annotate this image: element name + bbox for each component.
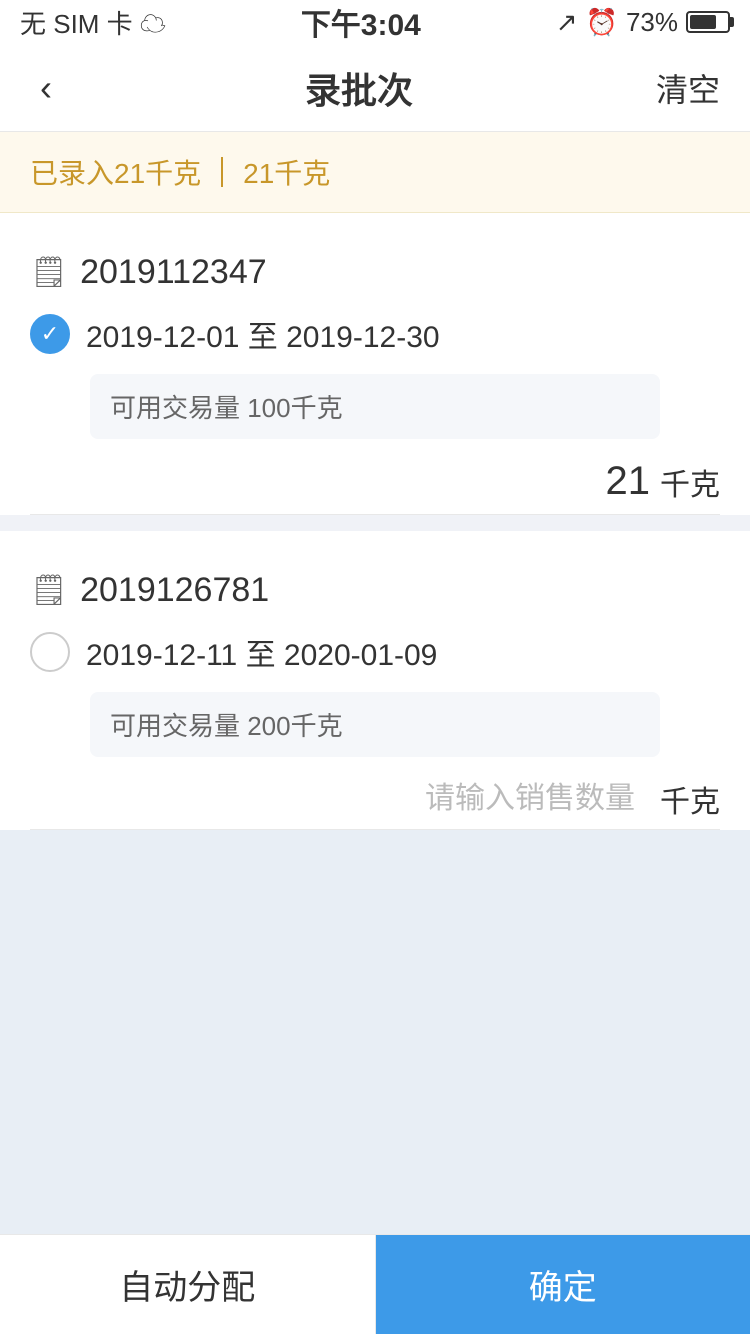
batch-2-header: 🗒 2019126781 bbox=[30, 551, 720, 620]
bottom-bar: 自动分配 确定 bbox=[0, 1234, 750, 1334]
batch-2-radio[interactable] bbox=[30, 632, 70, 672]
recorded-value: 21千克 bbox=[243, 152, 330, 192]
clear-button[interactable]: 清空 bbox=[656, 65, 720, 111]
batch-separator bbox=[0, 515, 750, 531]
sim-label: 无 SIM 卡 ☁ bbox=[20, 4, 166, 41]
info-bar: 已录入21千克 21千克 bbox=[0, 132, 750, 213]
battery-icon bbox=[686, 11, 730, 33]
auto-distribute-button[interactable]: 自动分配 bbox=[0, 1235, 376, 1334]
batch-2-dates: 2019-12-11 至 2020-01-09 bbox=[86, 630, 437, 674]
batch-2-id: 2019126781 bbox=[80, 571, 269, 610]
batch-2-row[interactable]: 2019-12-11 至 2020-01-09 bbox=[30, 620, 720, 684]
status-bar: 无 SIM 卡 ☁ 下午3:04 ↗ ⏰ 73% bbox=[0, 0, 750, 44]
status-left: 无 SIM 卡 ☁ bbox=[20, 4, 166, 41]
page-content: ‹ 录批次 清空 已录入21千克 21千克 🗒 2019112347 2019-… bbox=[0, 44, 750, 1334]
batch-item-2: 🗒 2019126781 2019-12-11 至 2020-01-09 可用交… bbox=[0, 531, 750, 830]
batch-2-available: 可用交易量 200千克 bbox=[90, 692, 660, 757]
status-time: 下午3:04 bbox=[301, 0, 421, 44]
batch-2-input-row: 千克 bbox=[30, 757, 720, 821]
batch-1-icon: 🗒 bbox=[30, 255, 68, 290]
alarm-icon: ⏰ bbox=[586, 7, 618, 38]
battery-percent: 73% bbox=[626, 7, 678, 38]
batch-1-qty-unit: 千克 bbox=[660, 460, 720, 504]
batch-1-radio[interactable] bbox=[30, 314, 70, 354]
batch-item-1: 🗒 2019112347 2019-12-01 至 2019-12-30 可用交… bbox=[0, 213, 750, 515]
batch-2-qty-input[interactable] bbox=[350, 782, 650, 816]
status-right: ↗ ⏰ 73% bbox=[556, 7, 730, 38]
page-title: 录批次 bbox=[305, 62, 413, 114]
batch-1-id: 2019112347 bbox=[80, 253, 267, 292]
empty-area bbox=[0, 830, 750, 1234]
batch-2-qty-unit: 千克 bbox=[660, 777, 720, 821]
info-divider bbox=[221, 157, 223, 187]
batch-1-qty-value: 21 bbox=[606, 459, 651, 504]
nav-bar: ‹ 录批次 清空 bbox=[0, 44, 750, 132]
batch-1-row[interactable]: 2019-12-01 至 2019-12-30 bbox=[30, 302, 720, 366]
location-icon: ↗ bbox=[556, 7, 578, 38]
recorded-label: 已录入21千克 bbox=[30, 152, 201, 192]
batch-1-dates: 2019-12-01 至 2019-12-30 bbox=[86, 312, 440, 356]
batch-1-header: 🗒 2019112347 bbox=[30, 233, 720, 302]
confirm-button[interactable]: 确定 bbox=[376, 1235, 750, 1334]
batch-1-available: 可用交易量 100千克 bbox=[90, 374, 660, 439]
back-button[interactable]: ‹ bbox=[30, 57, 62, 119]
batch-1-qty-row: 21 千克 bbox=[30, 439, 720, 504]
batch-2-icon: 🗒 bbox=[30, 573, 68, 608]
